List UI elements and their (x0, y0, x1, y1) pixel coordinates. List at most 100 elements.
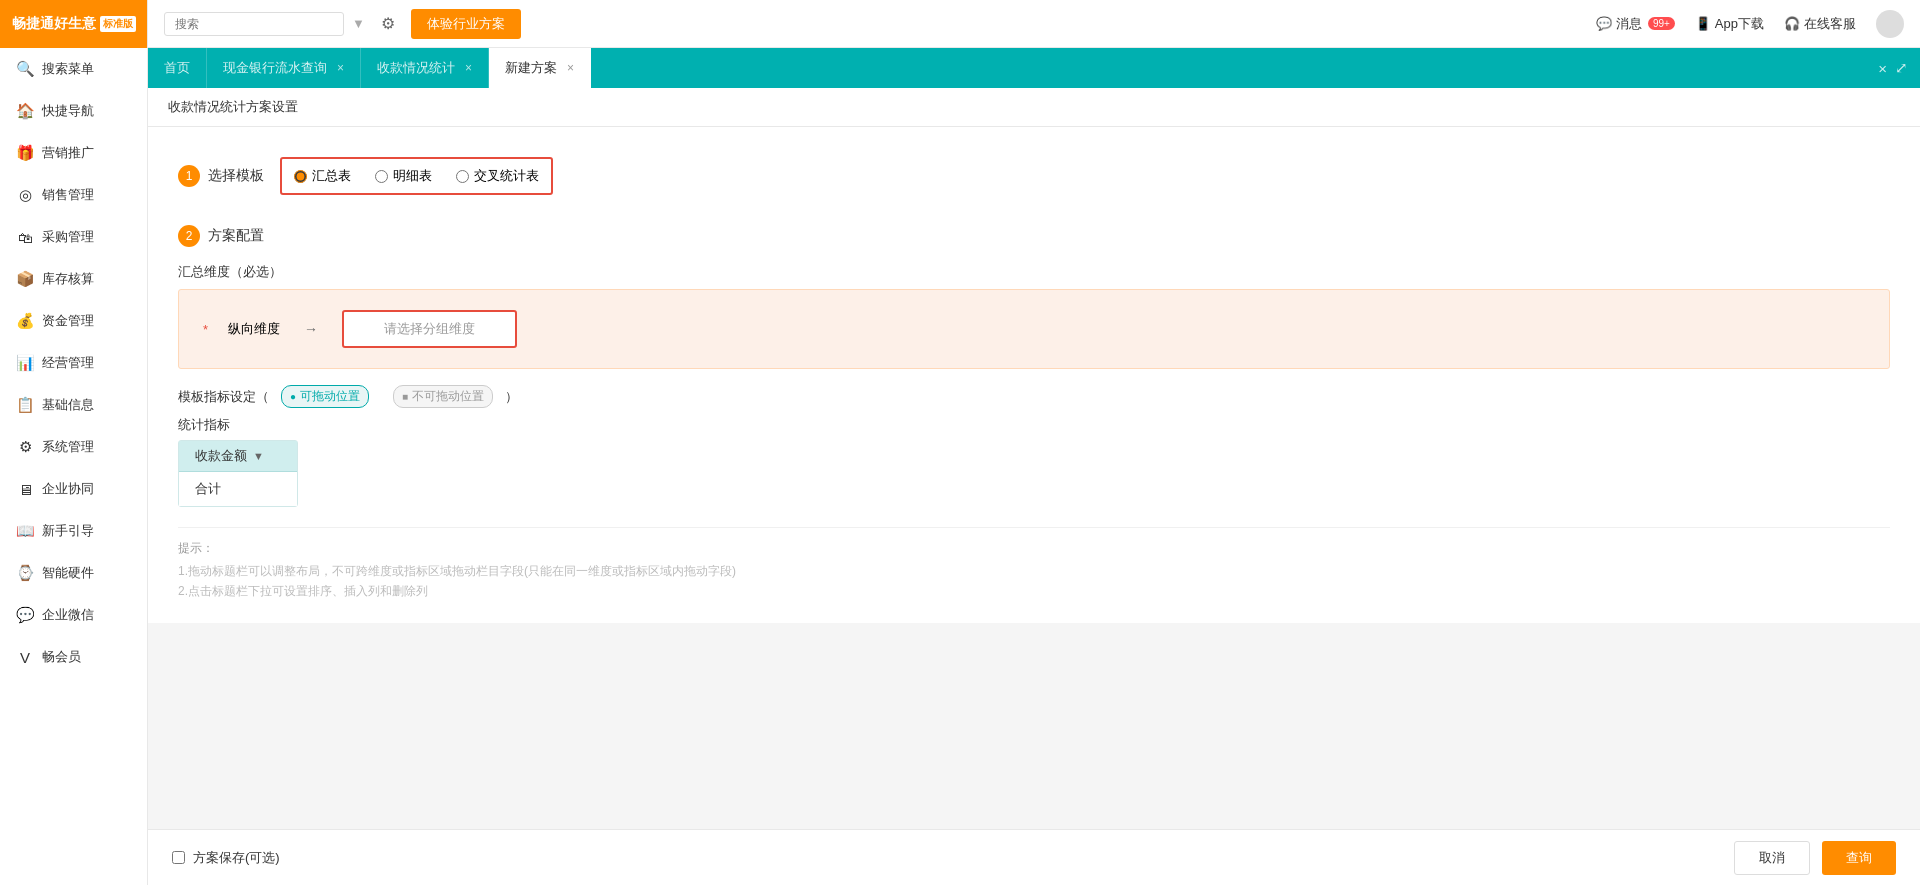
save-plan-label[interactable]: 方案保存(可选) (193, 849, 280, 867)
tab-home-label: 首页 (164, 59, 190, 77)
metrics-table-header[interactable]: 收款金额 ▼ (179, 441, 297, 472)
sidebar-item-label: 库存核算 (42, 270, 94, 288)
sidebar-item-label: 搜索菜单 (42, 60, 94, 78)
sidebar-item-corp-collab[interactable]: 🖥 企业协同 (0, 468, 147, 510)
query-button[interactable]: 查询 (1822, 841, 1896, 875)
tab-stats[interactable]: 收款情况统计 × (361, 48, 489, 88)
message-count-badge: 99+ (1648, 17, 1675, 30)
settings-icon[interactable]: ⚙ (381, 14, 395, 33)
sidebar-item-label: 畅会员 (42, 648, 81, 666)
sidebar-item-inventory[interactable]: 📦 库存核算 (0, 258, 147, 300)
sidebar: 畅捷通好生意 标准版 🔍 搜索菜单 🏠 快捷导航 🎁 营销推广 ◎ 销售管理 🛍… (0, 0, 148, 885)
chevron-down-icon[interactable]: ▼ (352, 16, 365, 31)
download-label: App下载 (1715, 15, 1764, 33)
step2-row: 2 方案配置 (178, 225, 1890, 247)
home-icon: 🏠 (16, 102, 34, 120)
trial-button[interactable]: 体验行业方案 (411, 9, 521, 39)
headset-icon: 🎧 (1784, 16, 1800, 31)
gift-icon: 🎁 (16, 144, 34, 162)
tips-area: 提示： 1.拖动标题栏可以调整布局，不可跨维度或指标区域拖动栏目字段(只能在同一… (178, 527, 1890, 600)
sidebar-item-guide[interactable]: 📖 新手引导 (0, 510, 147, 552)
dimension-select[interactable]: 请选择分组维度 (342, 310, 517, 348)
step2-badge: 2 (178, 225, 200, 247)
metrics-col-label: 收款金额 (195, 447, 247, 465)
sidebar-item-member[interactable]: V 畅会员 (0, 636, 147, 678)
footer: 方案保存(可选) 取消 查询 (148, 829, 1920, 885)
sidebar-item-quick-nav[interactable]: 🏠 快捷导航 (0, 90, 147, 132)
window-maximize-icon[interactable]: ⤢ (1895, 59, 1908, 77)
search-input[interactable] (164, 12, 344, 36)
radio-cross-input[interactable] (456, 170, 469, 183)
radio-detail-input[interactable] (375, 170, 388, 183)
messages-btn[interactable]: 💬 消息 99+ (1596, 15, 1675, 33)
radio-summary-input[interactable] (294, 170, 307, 183)
sidebar-item-smart-hw[interactable]: ⌚ 智能硬件 (0, 552, 147, 594)
tips-item-2: 2.点击标题栏下拉可设置排序、插入列和删除列 (178, 583, 1890, 600)
step1-badge: 1 (178, 165, 200, 187)
save-plan-checkbox[interactable] (172, 851, 185, 864)
sidebar-item-label: 快捷导航 (42, 102, 94, 120)
step1-row: 1 选择模板 汇总表 明细表 交叉统计表 (178, 147, 1890, 205)
tab-stats-label: 收款情况统计 (377, 59, 455, 77)
monitor-icon: 🖥 (16, 481, 34, 498)
book-icon: 📖 (16, 522, 34, 540)
sidebar-item-search[interactable]: 🔍 搜索菜单 (0, 48, 147, 90)
draggable-badge: ● 可拖动位置 (281, 385, 369, 408)
navtabs-right: × ⤢ (1866, 48, 1920, 88)
metrics-table-cell: 合计 (179, 472, 297, 506)
chat-icon: 💬 (16, 606, 34, 624)
topbar: ▼ ⚙ 体验行业方案 💬 消息 99+ 📱 App下载 🎧 在线客服 (148, 0, 1920, 48)
tab-new-plan[interactable]: 新建方案 × (489, 48, 591, 88)
metrics-section: 模板指标设定（ ● 可拖动位置 ■ 不可拖动位置 ） 统计指标 收款金额 (178, 385, 1890, 507)
footer-left: 方案保存(可选) (148, 849, 1734, 867)
service-label: 在线客服 (1804, 15, 1856, 33)
vip-icon: V (16, 649, 34, 666)
step2-label: 方案配置 (208, 227, 264, 245)
non-draggable-badge: ■ 不可拖动位置 (393, 385, 493, 408)
dimension-row: * 纵向维度 → 请选择分组维度 (203, 310, 517, 348)
box-icon: 📦 (16, 270, 34, 288)
tab-stats-close[interactable]: × (465, 61, 472, 75)
sidebar-item-corp-wechat[interactable]: 💬 企业微信 (0, 594, 147, 636)
topbar-right: 💬 消息 99+ 📱 App下载 🎧 在线客服 (1596, 10, 1904, 38)
template-radio-group: 汇总表 明细表 交叉统计表 (280, 157, 553, 195)
sidebar-item-label: 基础信息 (42, 396, 94, 414)
tab-home[interactable]: 首页 (148, 48, 207, 88)
sidebar-item-sales[interactable]: ◎ 销售管理 (0, 174, 147, 216)
tab-new-plan-close[interactable]: × (567, 61, 574, 75)
window-close-icon[interactable]: × (1878, 60, 1887, 77)
metrics-col-dropdown-icon[interactable]: ▼ (253, 450, 264, 462)
online-service-btn[interactable]: 🎧 在线客服 (1784, 15, 1856, 33)
radio-summary[interactable]: 汇总表 (294, 167, 351, 185)
radio-detail[interactable]: 明细表 (375, 167, 432, 185)
footer-right: 取消 查询 (1734, 841, 1920, 875)
app-download-btn[interactable]: 📱 App下载 (1695, 15, 1764, 33)
money-icon: 💰 (16, 312, 34, 330)
chart-icon: 📊 (16, 354, 34, 372)
tab-bank[interactable]: 现金银行流水查询 × (207, 48, 361, 88)
messages-label: 消息 (1616, 15, 1642, 33)
circle-icon: ◎ (16, 186, 34, 204)
user-avatar[interactable] (1876, 10, 1904, 38)
cancel-button[interactable]: 取消 (1734, 841, 1810, 875)
sidebar-item-purchase[interactable]: 🛍 采购管理 (0, 216, 147, 258)
nav-tabs: 首页 现金银行流水查询 × 收款情况统计 × 新建方案 × × ⤢ (148, 48, 1920, 88)
sidebar-item-marketing[interactable]: 🎁 营销推广 (0, 132, 147, 174)
version-badge: 标准版 (100, 16, 136, 32)
circle-dot-icon: ● (290, 391, 296, 402)
sidebar-item-operations[interactable]: 📊 经营管理 (0, 342, 147, 384)
radio-cross[interactable]: 交叉统计表 (456, 167, 539, 185)
app-logo: 畅捷通好生意 标准版 (0, 0, 147, 48)
sidebar-item-label: 经营管理 (42, 354, 94, 372)
non-draggable-label: 不可拖动位置 (412, 388, 484, 405)
sidebar-item-base-info[interactable]: 📋 基础信息 (0, 384, 147, 426)
tab-bank-close[interactable]: × (337, 61, 344, 75)
arrow-icon: → (304, 321, 318, 337)
tips-item-1: 1.拖动标题栏可以调整布局，不可跨维度或指标区域拖动栏目字段(只能在同一维度或指… (178, 563, 1890, 580)
sidebar-item-system[interactable]: ⚙ 系统管理 (0, 426, 147, 468)
sidebar-item-label: 新手引导 (42, 522, 94, 540)
draggable-label: 可拖动位置 (300, 388, 360, 405)
vertical-dim-label: 纵向维度 (228, 320, 280, 338)
watch-icon: ⌚ (16, 564, 34, 582)
sidebar-item-finance[interactable]: 💰 资金管理 (0, 300, 147, 342)
